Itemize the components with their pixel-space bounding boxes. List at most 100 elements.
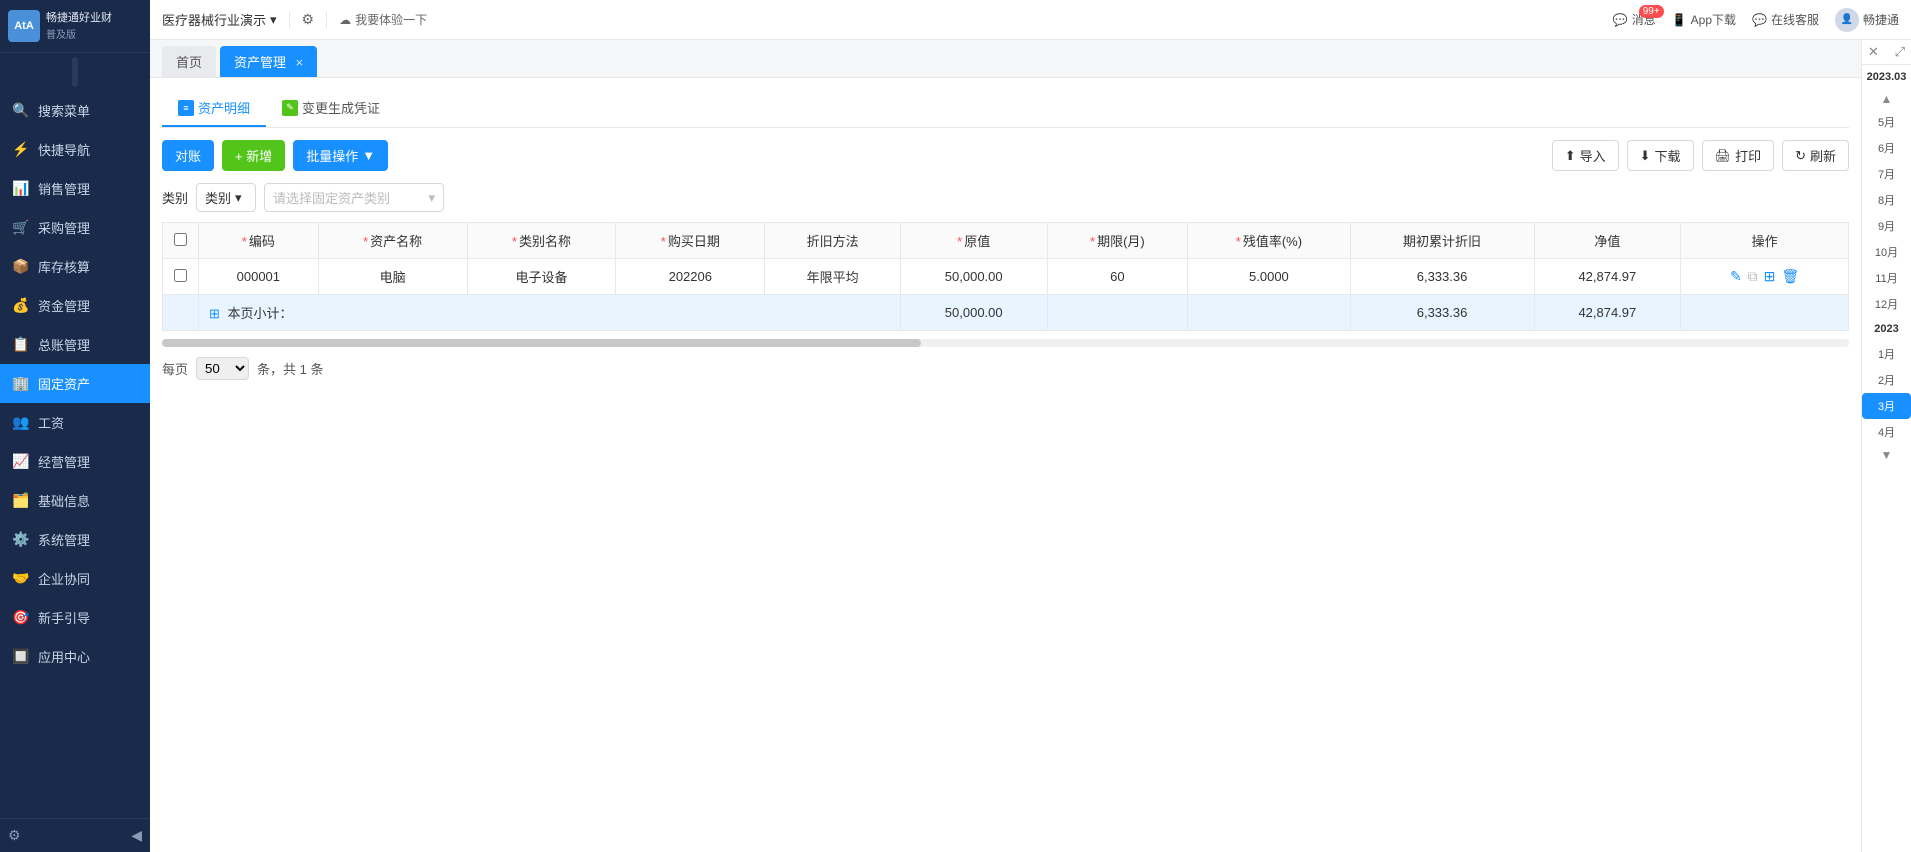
cell-net-value: 42,874.97	[1534, 259, 1681, 295]
table-wrap: *编码 *资产名称 *类别名称 *购买日期 折旧方法 *原值 *期限(月) *残…	[162, 222, 1849, 331]
sidebar-item-ledger[interactable]: 📋 总账管理	[0, 325, 150, 364]
total-label: 条，共 1 条	[257, 359, 323, 378]
import-button[interactable]: ⬆ 导入	[1552, 140, 1619, 171]
scroll-down-btn[interactable]: ▼	[1862, 445, 1911, 465]
sidebar-item-enterprise[interactable]: 🤝 企业协同	[0, 559, 150, 598]
company-selector[interactable]: 医疗器械行业演示 ▾	[162, 10, 277, 29]
print-button[interactable]: 🖨 打印	[1702, 140, 1775, 171]
subtotal-original-value: 50,000.00	[900, 295, 1047, 331]
category-value-select[interactable]: 请选择固定资产类别 ▾	[264, 183, 444, 212]
right-panel-scroll: 2023.03 ▲ 5月 6月 7月 8月 9月 10月 11月 12月 202…	[1862, 65, 1911, 852]
user-avatar-btn[interactable]: 👤 畅捷通	[1835, 8, 1899, 32]
company-settings-icon[interactable]: ⚙	[302, 11, 315, 28]
service-icon: 💬	[1752, 13, 1767, 27]
reconcile-button[interactable]: 对账	[162, 140, 214, 171]
panel-expand-icon[interactable]: ⤢	[1895, 44, 1905, 60]
new-button[interactable]: + 新增	[222, 140, 285, 171]
sales-icon: 📊	[12, 180, 30, 198]
right-panel-header: ✕ ⤢	[1862, 40, 1911, 65]
sub-tab-asset-detail[interactable]: ≡ 资产明细	[162, 90, 266, 127]
scroll-up-btn[interactable]: ▲	[1862, 89, 1911, 109]
delete-icon[interactable]: 🗑	[1781, 268, 1799, 285]
sidebar-item-payroll[interactable]: 👥 工资	[0, 403, 150, 442]
table-header-row: *编码 *资产名称 *类别名称 *购买日期 折旧方法 *原值 *期限(月) *残…	[163, 223, 1849, 259]
col-residual-rate: *残值率(%)	[1188, 223, 1350, 259]
sidebar-item-quicknav[interactable]: ⚡ 快捷导航	[0, 130, 150, 169]
sidebar-item-basic-info[interactable]: 🗂️ 基础信息	[0, 481, 150, 520]
cell-purchase-date: 202206	[616, 259, 765, 295]
subtotal-icon: ⊞	[209, 306, 220, 321]
collapse-icon[interactable]: ◀	[131, 827, 142, 844]
sidebar-nav: 🔍 搜索菜单 ⚡ 快捷导航 📊 销售管理 🛒 采购管理 📦 库存核算 💰 资金管…	[0, 91, 150, 818]
row-checkbox[interactable]	[174, 269, 187, 282]
select-all-checkbox[interactable]	[174, 233, 187, 246]
col-depreciation-method: 折旧方法	[765, 223, 901, 259]
panel-close-icon[interactable]: ✕	[1868, 44, 1879, 60]
company-name: 医疗器械行业演示	[162, 10, 266, 29]
toolbar: 对账 + 新增 批量操作 ▼ ⬆ 导入 ⬇	[162, 140, 1849, 171]
batch-button[interactable]: 批量操作 ▼	[293, 140, 388, 171]
sidebar-item-inventory[interactable]: 📦 库存核算	[0, 247, 150, 286]
topbar-divider2	[326, 12, 327, 28]
tab-home[interactable]: 首页	[162, 46, 216, 77]
month-11[interactable]: 11月	[1862, 265, 1911, 291]
per-page-select[interactable]: 50 100 200	[196, 357, 249, 380]
month-10[interactable]: 10月	[1862, 239, 1911, 265]
month-8[interactable]: 8月	[1862, 187, 1911, 213]
cell-category: 电子设备	[467, 259, 616, 295]
refresh-button[interactable]: ↻ 刷新	[1782, 140, 1849, 171]
month-5[interactable]: 5月	[1862, 109, 1911, 135]
filter-value-arrow: ▾	[428, 190, 435, 206]
sidebar-item-purchase[interactable]: 🛒 采购管理	[0, 208, 150, 247]
sidebar: AtA 畅捷通好业财 普及版 🔍 搜索菜单 ⚡ 快捷导航 📊 销售管理 🛒 采购…	[0, 0, 150, 852]
payroll-icon: 👥	[12, 414, 30, 432]
month-1[interactable]: 1月	[1862, 341, 1911, 367]
category-type-select[interactable]: 类别 ▾	[196, 183, 256, 212]
month-7[interactable]: 7月	[1862, 161, 1911, 187]
page-content: ≡ 资产明细 ✎ 变更生成凭证 对账 + 新增 批量操作	[150, 78, 1861, 852]
settings-icon[interactable]: ⚙	[8, 827, 21, 844]
sidebar-item-system[interactable]: ⚙️ 系统管理	[0, 520, 150, 559]
month-3[interactable]: 3月	[1862, 393, 1911, 419]
message-btn[interactable]: 💬 消息 99+	[1613, 11, 1656, 28]
month-6[interactable]: 6月	[1862, 135, 1911, 161]
col-net-value: 净值	[1534, 223, 1681, 259]
message-icon: 💬	[1613, 13, 1628, 27]
online-service-btn[interactable]: 💬 在线客服	[1752, 11, 1819, 28]
content-area: 首页 资产管理 × ≡ 资产明细 ✎ 变更生成凭证	[150, 40, 1861, 852]
sidebar-item-search[interactable]: 🔍 搜索菜单	[0, 91, 150, 130]
action-icons: ✎ ⧉ ⊞ 🗑	[1691, 268, 1838, 285]
sidebar-item-apps[interactable]: 🔲 应用中心	[0, 637, 150, 676]
month-12[interactable]: 12月	[1862, 291, 1911, 317]
sidebar-item-funds[interactable]: 💰 资金管理	[0, 286, 150, 325]
download-button[interactable]: ⬇ 下载	[1627, 140, 1694, 171]
message-badge: 99+	[1639, 5, 1664, 18]
edit-icon[interactable]: ✎	[1730, 268, 1742, 285]
month-9[interactable]: 9月	[1862, 213, 1911, 239]
cell-action: ✎ ⧉ ⊞ 🗑	[1681, 259, 1849, 295]
sidebar-item-guide[interactable]: 🎯 新手引导	[0, 598, 150, 637]
copy-icon[interactable]: ⧉	[1748, 268, 1758, 285]
col-category: *类别名称	[467, 223, 616, 259]
app-download-btn[interactable]: 📱 App下载	[1672, 11, 1736, 28]
toolbar-left: 对账 + 新增 批量操作 ▼	[162, 140, 388, 171]
topbar-divider	[289, 12, 290, 28]
sidebar-item-fixed-assets[interactable]: 🏢 固定资产	[0, 364, 150, 403]
tab-close-icon[interactable]: ×	[296, 55, 304, 70]
sidebar-item-sales[interactable]: 📊 销售管理	[0, 169, 150, 208]
horizontal-scrollbar[interactable]	[162, 339, 1849, 347]
col-code: *编码	[199, 223, 319, 259]
month-4[interactable]: 4月	[1862, 419, 1911, 445]
clone-icon[interactable]: ⊞	[1764, 268, 1776, 285]
col-name: *资产名称	[318, 223, 467, 259]
ledger-icon: 📋	[12, 336, 30, 354]
subtotal-label: 本页小计：	[228, 306, 293, 321]
sidebar-item-operations[interactable]: 📈 经营管理	[0, 442, 150, 481]
experience-btn[interactable]: ☁ 我要体验一下	[339, 11, 427, 28]
subtotal-row: ⊞ 本页小计： 50,000.00 6,333.36 42,874.97	[163, 295, 1849, 331]
month-2[interactable]: 2月	[1862, 367, 1911, 393]
cell-accumulated-depreciation: 6,333.36	[1350, 259, 1534, 295]
sidebar-scrollbar-thumb	[72, 57, 78, 87]
sub-tab-generate-voucher[interactable]: ✎ 变更生成凭证	[266, 90, 396, 127]
tab-asset-management[interactable]: 资产管理 ×	[220, 46, 317, 77]
